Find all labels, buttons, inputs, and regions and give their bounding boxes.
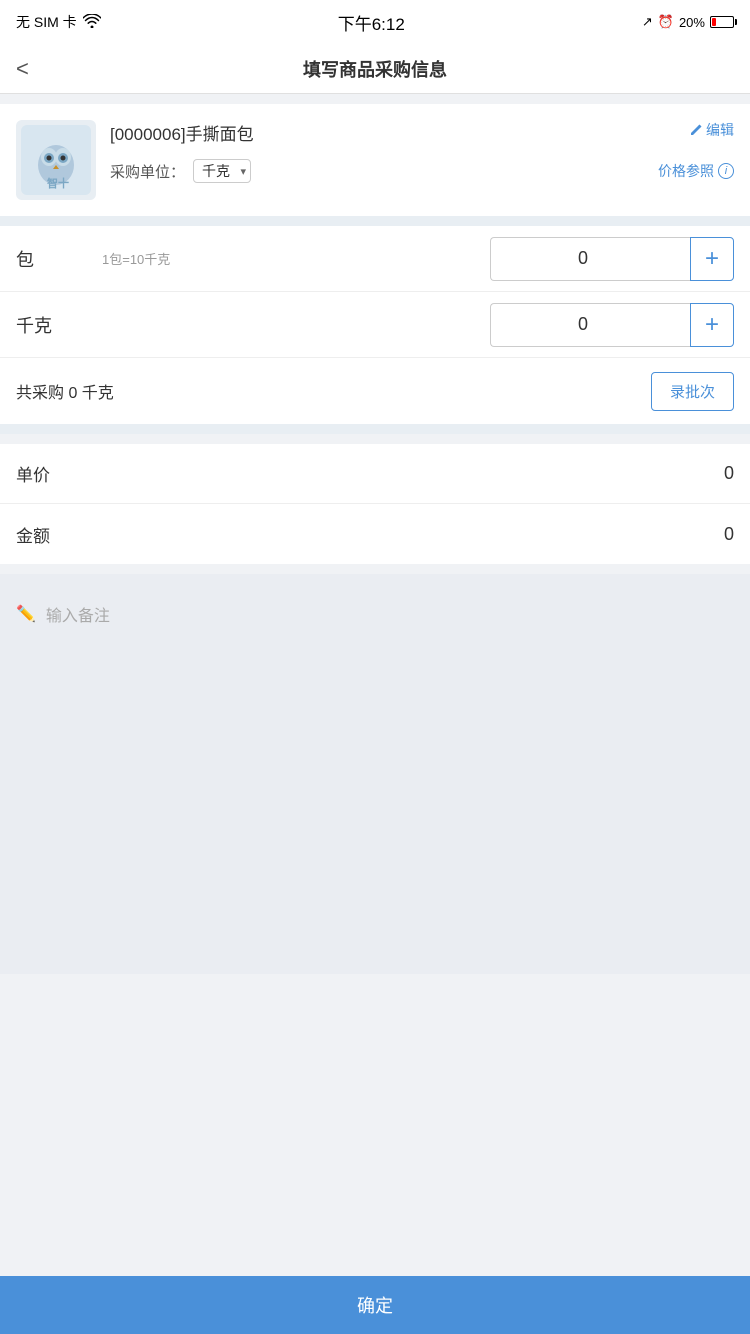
bag-input-row: 包 1包=10千克 + [0,226,750,292]
batch-button[interactable]: 录批次 [651,372,734,411]
product-unit-row: 采购单位： 千克 价格参照 i [110,159,734,183]
no-sim-text: 无 SIM 卡 [16,12,77,32]
summary-row: 共采购 0 千克 录批次 [0,358,750,424]
product-card: 智十 [0000006]手撕面包 采购单位： 千克 价格参照 i [0,104,750,216]
unit-price-value: 0 [724,463,734,484]
kg-plus-button[interactable]: + [690,303,734,347]
confirm-button-label: 确定 [357,1292,393,1318]
location-icon: ↗ [642,14,653,30]
divider-2 [0,424,750,434]
pencil-icon: ✏️ [16,604,36,624]
unit-price-row: 单价 0 [0,444,750,504]
remark-section[interactable]: ✏️ 输入备注 [0,574,750,654]
nav-bar: < 填写商品采购信息 [0,44,750,94]
unit-select-wrapper[interactable]: 千克 [193,159,251,183]
content-spacer [0,654,750,974]
amount-value: 0 [724,524,734,545]
info-icon: i [718,163,734,179]
product-thumbnail: 智十 [16,120,96,200]
kg-input[interactable] [490,303,690,347]
status-time: 下午6:12 [338,10,405,35]
bag-input[interactable] [490,237,690,281]
svg-text:智十: 智十 [47,176,69,190]
kg-input-row: 千克 + [0,292,750,358]
input-section: 包 1包=10千克 + 千克 + 共采购 0 千克 录批次 [0,226,750,424]
battery-icon [710,16,734,28]
bag-plus-button[interactable]: + [690,237,734,281]
unit-select[interactable]: 千克 [193,159,251,183]
divider-1 [0,216,750,226]
status-bar: 无 SIM 卡 下午6:12 ↗ ⏰ 20% [0,0,750,44]
alarm-icon: ⏰ [658,14,674,30]
bag-sub-label: 1包=10千克 [102,249,170,268]
amount-row: 金额 0 [0,504,750,564]
edit-button[interactable]: 编辑 [689,120,734,140]
amount-label: 金额 [16,522,50,547]
product-logo-svg: 智十 [21,125,91,195]
battery-text: 20% [679,15,705,30]
remark-placeholder: 输入备注 [46,602,110,626]
confirm-button-bar[interactable]: 确定 [0,1276,750,1334]
stats-section: 单价 0 金额 0 [0,444,750,564]
bag-input-wrapper: + [490,237,734,281]
back-button[interactable]: < [16,48,37,90]
status-left: 无 SIM 卡 [16,12,101,32]
unit-price-label: 单价 [16,461,50,486]
edit-icon [689,123,703,137]
bag-label: 包 [16,246,96,272]
unit-label: 采购单位： [110,161,185,182]
wifi-icon [83,14,101,31]
kg-label: 千克 [16,312,96,338]
product-info: [0000006]手撕面包 采购单位： 千克 价格参照 i [110,120,734,183]
status-right: ↗ ⏰ 20% [642,14,734,30]
product-name: [0000006]手撕面包 [110,120,734,145]
price-ref-button[interactable]: 价格参照 i [658,161,734,181]
summary-text: 共采购 0 千克 [16,379,114,403]
page-title: 填写商品采购信息 [303,56,447,82]
kg-input-wrapper: + [490,303,734,347]
